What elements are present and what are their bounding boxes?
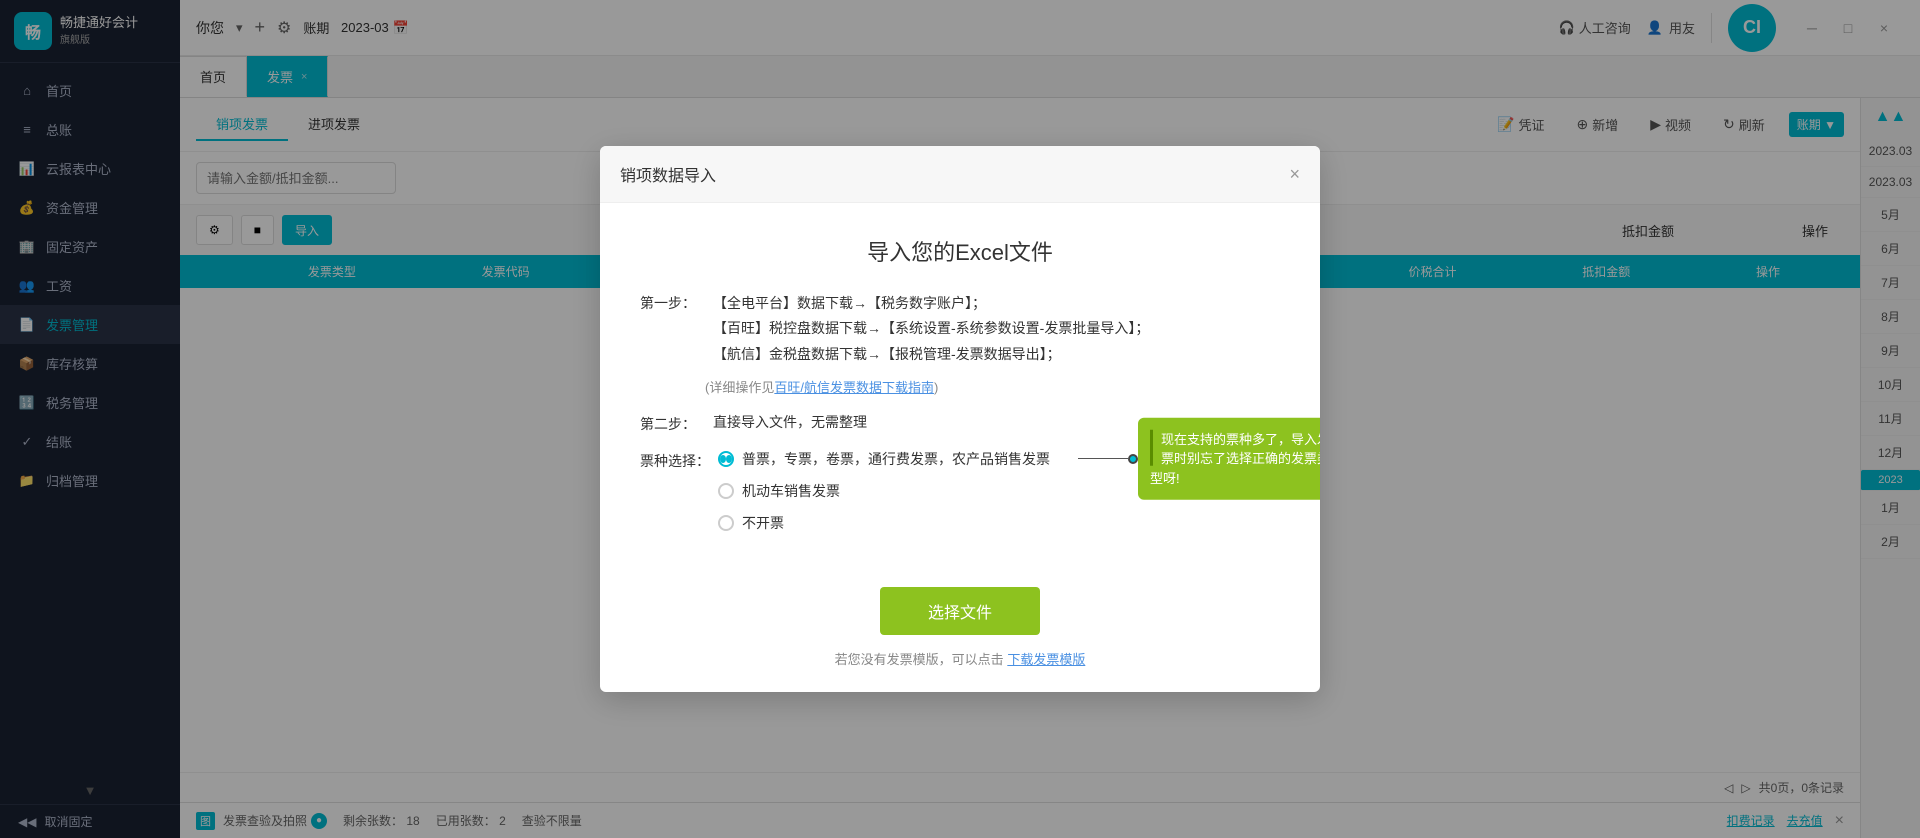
radio-item-1[interactable]: 普票，专票，卷票，通行费发票，农产品销售发票 现在支持 bbox=[718, 449, 1138, 469]
step2-label: 第二步： bbox=[640, 412, 705, 437]
step1-link-paren-open: (详细操作见 bbox=[705, 380, 774, 395]
tooltip-area: 现在支持的票种多了，导入发票时别忘了选择正确的发票类型呀! × bbox=[1078, 454, 1138, 464]
ticket-section: 票种选择： 普票，专票，卷票，通行费发票，农产品销售发票 bbox=[640, 449, 1280, 533]
connector-dot bbox=[1128, 454, 1138, 464]
import-modal: 销项数据导入 × 导入您的Excel文件 第一步： 【全电平台】数据下载→【税务… bbox=[600, 146, 1320, 692]
step1-guide-link[interactable]: 百旺/航信发票数据下载指南 bbox=[774, 380, 934, 395]
step1-content: 【全电平台】数据下载→【税务数字账户】； 【百旺】税控盘数据下载→【系统设置-系… bbox=[713, 291, 1149, 367]
modal-overlay[interactable]: 销项数据导入 × 导入您的Excel文件 第一步： 【全电平台】数据下载→【税务… bbox=[0, 0, 1920, 838]
tooltip-text: 现在支持的票种多了，导入发票时别忘了选择正确的发票类型呀! bbox=[1150, 432, 1320, 486]
radio-item-2[interactable]: 机动车销售发票 bbox=[718, 481, 1138, 501]
ticket-label: 票种选择： bbox=[640, 449, 710, 474]
step1-link-row: (详细操作见百旺/航信发票数据下载指南) bbox=[705, 377, 1280, 396]
step1-label: 第一步： bbox=[640, 291, 705, 316]
modal-main-title: 导入您的Excel文件 bbox=[640, 235, 1280, 267]
tooltip-bubble: 现在支持的票种多了，导入发票时别忘了选择正确的发票类型呀! × bbox=[1138, 418, 1320, 501]
radio-circle-2 bbox=[718, 483, 734, 499]
step1-line1: 【全电平台】数据下载→【税务数字账户】； bbox=[713, 291, 1149, 316]
radio-circle-1 bbox=[718, 451, 734, 467]
tooltip-connector bbox=[1078, 454, 1138, 464]
step1-link-paren-close: ) bbox=[934, 380, 938, 395]
step1-row: 第一步： 【全电平台】数据下载→【税务数字账户】； 【百旺】税控盘数据下载→【系… bbox=[640, 291, 1280, 367]
modal-close-button[interactable]: × bbox=[1289, 164, 1300, 185]
step2-content: 直接导入文件，无需整理 bbox=[713, 412, 867, 432]
modal-body: 导入您的Excel文件 第一步： 【全电平台】数据下载→【税务数字账户】； 【百… bbox=[600, 203, 1320, 571]
select-file-button[interactable]: 选择文件 bbox=[880, 587, 1040, 635]
download-template-link[interactable]: 下载发票模版 bbox=[1007, 652, 1085, 667]
modal-title: 销项数据导入 bbox=[620, 162, 716, 186]
modal-header: 销项数据导入 × bbox=[600, 146, 1320, 203]
radio-group: 普票，专票，卷票，通行费发票，农产品销售发票 现在支持 bbox=[718, 449, 1138, 533]
radio-label-3: 不开票 bbox=[742, 513, 784, 533]
modal-footer: 选择文件 若您没有发票模版，可以点击 下载发票模版 bbox=[600, 571, 1320, 692]
download-template-row: 若您没有发票模版，可以点击 下载发票模版 bbox=[835, 649, 1086, 668]
radio-item-3[interactable]: 不开票 bbox=[718, 513, 1138, 533]
radio-label-1: 普票，专票，卷票，通行费发票，农产品销售发票 bbox=[742, 449, 1050, 469]
radio-circle-3 bbox=[718, 515, 734, 531]
ticket-row: 票种选择： 普票，专票，卷票，通行费发票，农产品销售发票 bbox=[640, 449, 1280, 533]
step1-line3: 【航信】金税盘数据下载→【报税管理-发票数据导出】； bbox=[713, 342, 1149, 367]
step1-line2: 【百旺】税控盘数据下载→【系统设置-系统参数设置-发票批量导入】； bbox=[713, 316, 1149, 341]
radio-label-2: 机动车销售发票 bbox=[742, 481, 840, 501]
tooltip-bar bbox=[1150, 430, 1153, 466]
connector-line bbox=[1078, 458, 1128, 459]
